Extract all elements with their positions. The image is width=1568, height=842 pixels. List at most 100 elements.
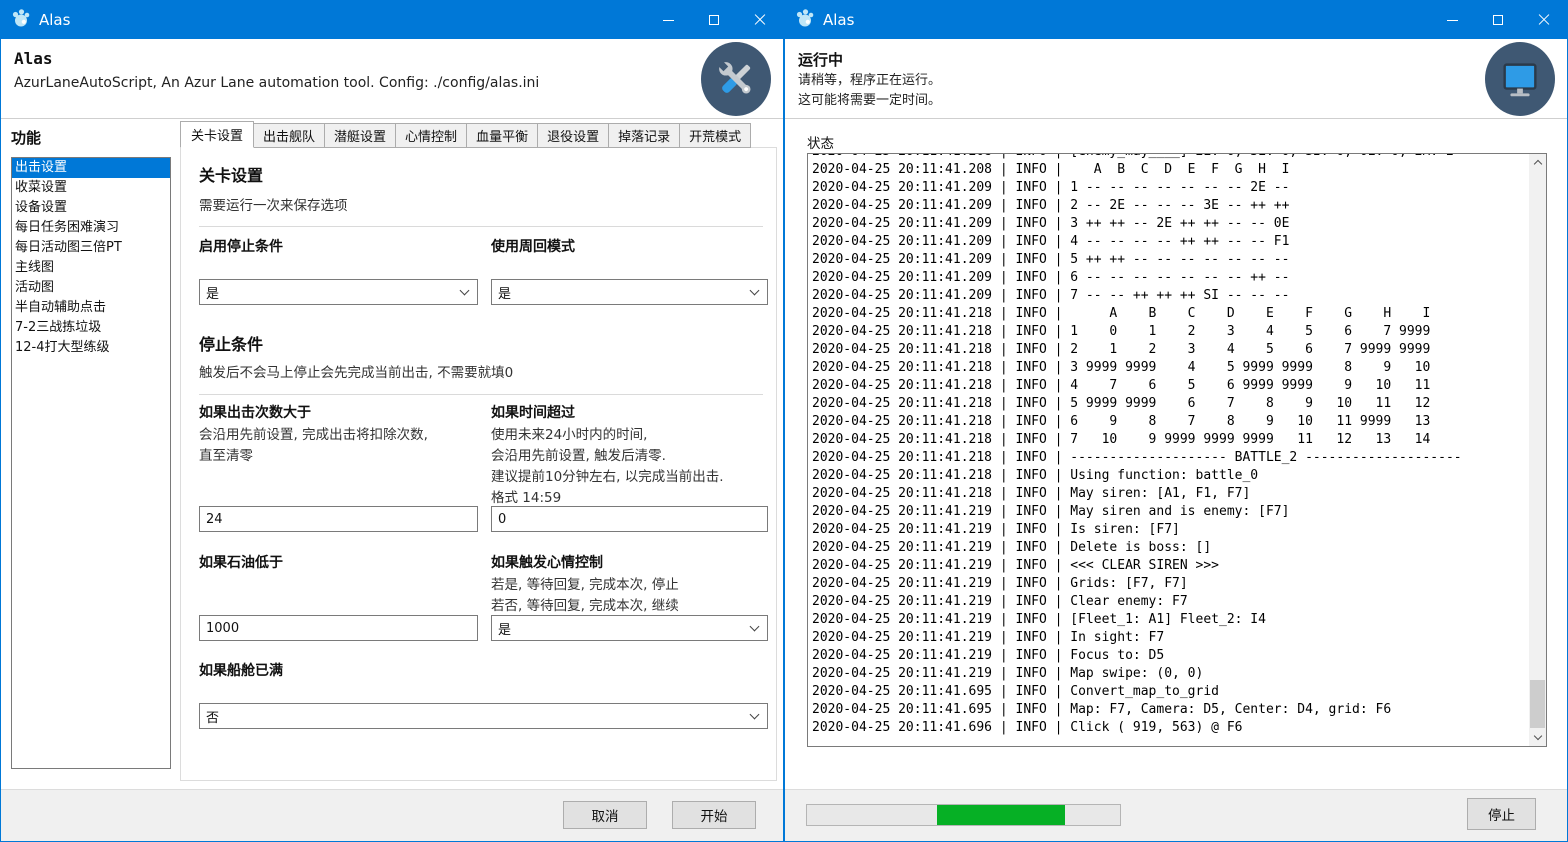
alas-paw-icon <box>795 8 815 32</box>
log-line: 2020-04-25 20:11:41.218 | INFO | 4 7 6 5… <box>812 377 1529 395</box>
log-line: 2020-04-25 20:11:41.218 | INFO | May sir… <box>812 485 1529 503</box>
emotion-trigger-value: 是 <box>498 619 751 638</box>
log-line: 2020-04-25 20:11:41.219 | INFO | In sigh… <box>812 629 1529 647</box>
label-sortie-count: 如果出击次数大于 <box>199 402 478 422</box>
cancel-button[interactable]: 取消 <box>563 801 647 829</box>
scroll-down-button[interactable] <box>1529 729 1546 746</box>
sortie-count-input[interactable] <box>199 506 478 532</box>
chevron-up-icon <box>1533 160 1541 168</box>
loop-mode-value: 是 <box>498 283 751 302</box>
tab[interactable]: 掉落记录 <box>609 123 680 148</box>
log-line: 2020-04-25 20:11:41.219 | INFO | <<< CLE… <box>812 557 1529 575</box>
divider <box>199 394 763 395</box>
desc-sortie-count: 会沿用先前设置, 完成出击将扣除次数, 直至清零 <box>199 425 478 467</box>
monitor-icon <box>1485 42 1555 116</box>
sidebar-item[interactable]: 每日活动图三倍PT <box>12 238 170 258</box>
close-icon <box>754 14 766 26</box>
scrollbar-thumb[interactable] <box>1530 680 1545 728</box>
tools-icon <box>701 42 771 116</box>
log-line: 2020-04-25 20:11:41.219 | INFO | May sir… <box>812 503 1529 521</box>
log-line: 2020-04-25 20:11:41.218 | INFO | 6 9 8 7… <box>812 413 1529 431</box>
tab[interactable]: 血量平衡 <box>467 123 538 148</box>
chevron-down-icon <box>1533 732 1541 740</box>
maximize-button[interactable] <box>1475 1 1521 39</box>
left-app-header: Alas AzurLaneAutoScript, An Azur Lane au… <box>1 39 783 119</box>
enable-stop-select[interactable]: 是 <box>199 279 478 305</box>
sidebar-item[interactable]: 设备设置 <box>12 198 170 218</box>
progress-chunk <box>937 805 1065 825</box>
log-box[interactable]: 2020-04-25 20:11:41.208 | INFO | [enemy_… <box>807 153 1547 747</box>
log-scrollbar[interactable] <box>1529 154 1546 746</box>
section-title-stop: 停止条件 <box>199 331 263 355</box>
oil-below-input[interactable] <box>199 615 478 641</box>
progress-bar <box>806 804 1121 826</box>
tab[interactable]: 潜艇设置 <box>325 123 396 148</box>
sidebar-item[interactable]: 半自动辅助点击 <box>12 298 170 318</box>
maximize-icon <box>709 15 719 25</box>
sidebar-item[interactable]: 收菜设置 <box>12 178 170 198</box>
log-line: 2020-04-25 20:11:41.218 | INFO | 7 10 9 … <box>812 431 1529 449</box>
log-lines: 2020-04-25 20:11:41.208 | INFO | [enemy_… <box>812 153 1529 737</box>
log-line: 2020-04-25 20:11:41.218 | INFO | -------… <box>812 449 1529 467</box>
alas-paw-icon <box>11 8 31 32</box>
log-line: 2020-04-25 20:11:41.218 | INFO | 1 0 1 2… <box>812 323 1529 341</box>
sidebar-item[interactable]: 每日任务困难演习 <box>12 218 170 238</box>
right-window: Alas 运行中 请稍等，程序正在运行。 这可能将需要一定时间。 状态 <box>784 0 1568 842</box>
log-line: 2020-04-25 20:11:41.218 | INFO | 3 9999 … <box>812 359 1529 377</box>
running-status-line1: 请稍等，程序正在运行。 <box>798 71 1567 91</box>
log-line: 2020-04-25 20:11:41.209 | INFO | 6 -- --… <box>812 269 1529 287</box>
tab[interactable]: 退役设置 <box>538 123 609 148</box>
tab[interactable]: 开荒模式 <box>680 123 751 148</box>
log-line: 2020-04-25 20:11:41.219 | INFO | Focus t… <box>812 647 1529 665</box>
log-line: 2020-04-25 20:11:41.218 | INFO | 2 1 2 3… <box>812 341 1529 359</box>
left-titlebar[interactable]: Alas <box>1 1 783 39</box>
sidebar-item[interactable]: 7-2三战拣垃圾 <box>12 318 170 338</box>
chevron-down-icon <box>750 286 760 296</box>
tab[interactable]: 出击舰队 <box>254 123 325 148</box>
start-button[interactable]: 开始 <box>672 801 756 829</box>
right-body: 状态 2020-04-25 20:11:41.208 | INFO | [ene… <box>785 119 1567 789</box>
tab-panel: 关卡设置 需要运行一次来保存选项 启用停止条件 使用周回模式 是 是 停止条件 … <box>180 147 777 781</box>
label-dock-full: 如果船舱已满 <box>199 660 478 680</box>
log-line: 2020-04-25 20:11:41.208 | INFO | [enemy_… <box>812 153 1529 161</box>
close-button[interactable] <box>737 1 783 39</box>
tab[interactable]: 心情控制 <box>396 123 467 148</box>
log-line: 2020-04-25 20:11:41.209 | INFO | 1 -- --… <box>812 179 1529 197</box>
time-exceed-input[interactable] <box>491 506 768 532</box>
log-line: 2020-04-25 20:11:41.695 | INFO | Map: F7… <box>812 701 1529 719</box>
function-list[interactable]: 出击设置收菜设置设备设置每日任务困难演习每日活动图三倍PT主线图活动图半自动辅助… <box>11 157 171 769</box>
running-status-title: 运行中 <box>798 49 1567 71</box>
minimize-icon <box>1447 20 1458 21</box>
chevron-down-icon <box>460 286 470 296</box>
label-oil-below: 如果石油低于 <box>199 552 478 572</box>
sidebar-item[interactable]: 12-4打大型练级 <box>12 338 170 358</box>
section-desc-stop: 触发后不会马上停止会先完成当前出击, 不需要就填0 <box>199 361 513 381</box>
divider <box>199 226 763 227</box>
right-titlebar[interactable]: Alas <box>785 1 1567 39</box>
stop-button[interactable]: 停止 <box>1467 798 1536 830</box>
emotion-trigger-select[interactable]: 是 <box>491 615 768 641</box>
dock-full-select[interactable]: 否 <box>199 703 768 729</box>
dock-full-value: 否 <box>206 707 751 726</box>
chevron-down-icon <box>750 710 760 720</box>
label-loop-mode: 使用周回模式 <box>491 236 768 256</box>
sidebar-item[interactable]: 主线图 <box>12 258 170 278</box>
minimize-button[interactable] <box>645 1 691 39</box>
log-line: 2020-04-25 20:11:41.219 | INFO | [Fleet_… <box>812 611 1529 629</box>
loop-mode-select[interactable]: 是 <box>491 279 768 305</box>
log-line: 2020-04-25 20:11:41.696 | INFO | Click (… <box>812 719 1529 737</box>
right-footer: 停止 <box>785 789 1567 841</box>
left-footer: 取消 开始 <box>1 789 783 841</box>
sidebar-item[interactable]: 出击设置 <box>12 158 170 178</box>
close-button[interactable] <box>1521 1 1567 39</box>
log-line: 2020-04-25 20:11:41.218 | INFO | 5 9999 … <box>812 395 1529 413</box>
sidebar-item[interactable]: 活动图 <box>12 278 170 298</box>
minimize-icon <box>663 20 674 21</box>
desc-time-exceed: 使用未来24小时内的时间, 会沿用先前设置, 触发后清零. 建议提前10分钟左右… <box>491 425 768 509</box>
scroll-up-button[interactable] <box>1529 154 1546 171</box>
settings-content: 关卡设置出击舰队潜艇设置心情控制血量平衡退役设置掉落记录开荒模式 关卡设置 需要… <box>179 119 783 789</box>
minimize-button[interactable] <box>1429 1 1475 39</box>
tab[interactable]: 关卡设置 <box>180 121 254 148</box>
running-status-line2: 这可能将需要一定时间。 <box>798 91 1567 111</box>
maximize-button[interactable] <box>691 1 737 39</box>
